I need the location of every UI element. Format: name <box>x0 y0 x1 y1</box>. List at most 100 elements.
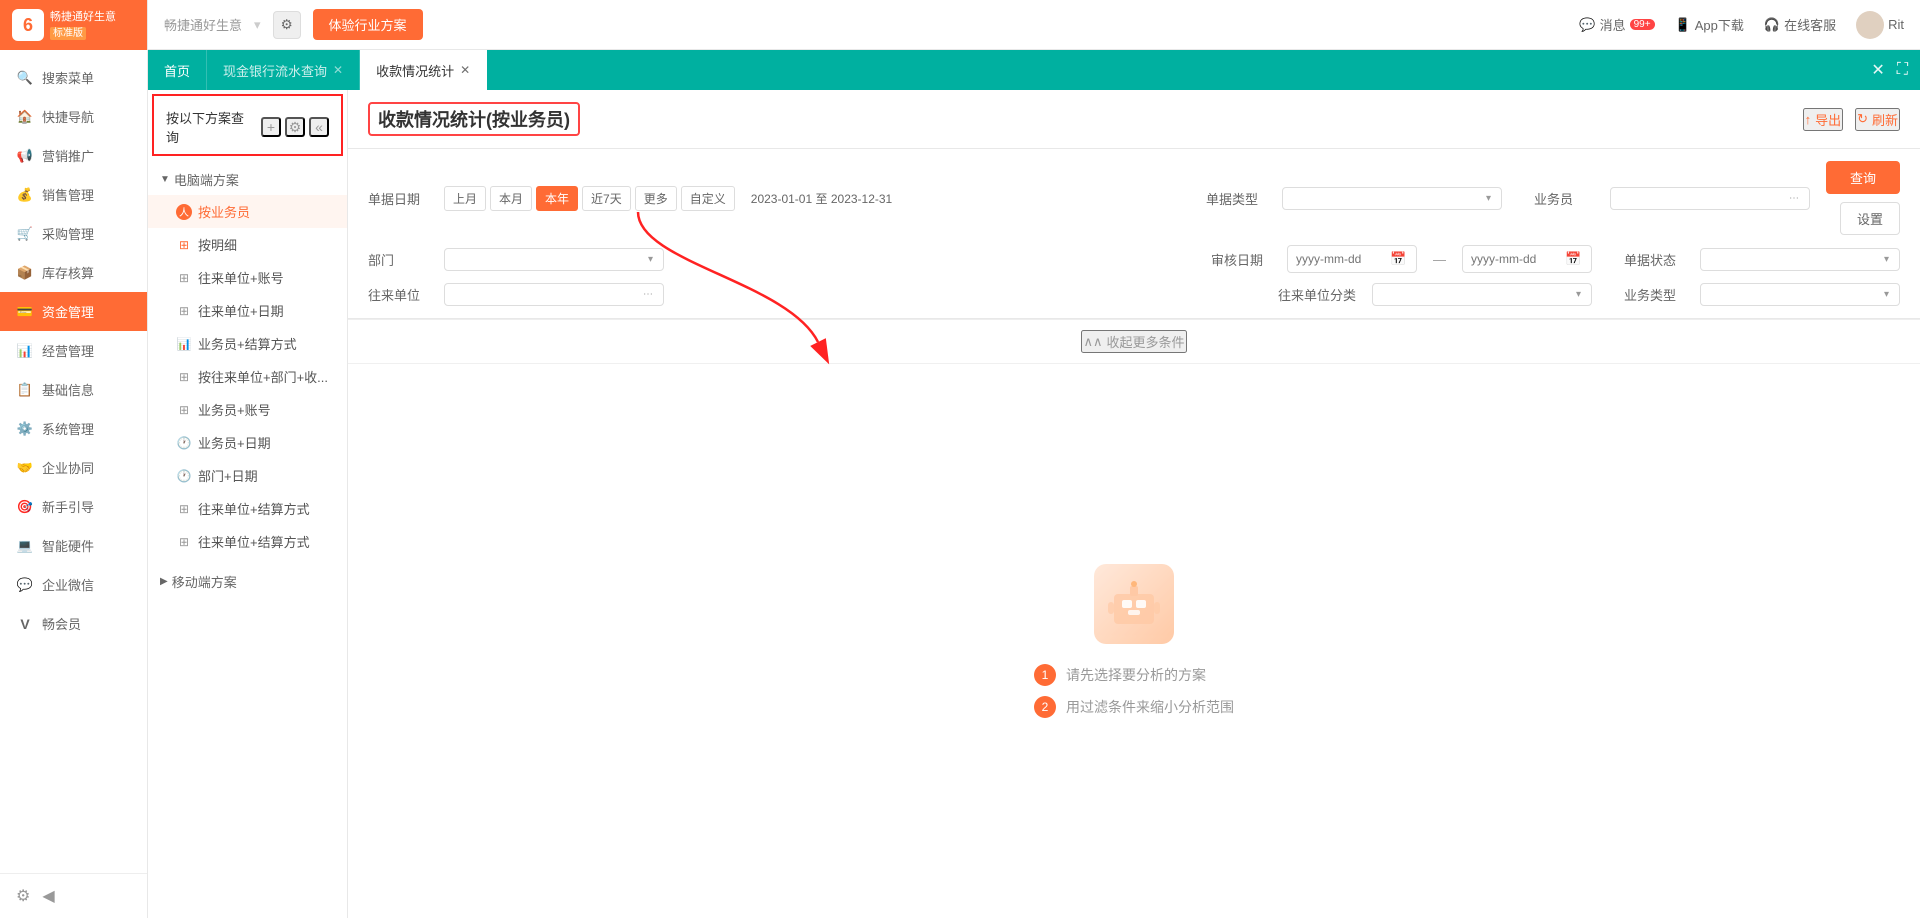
sidebar-item-basic[interactable]: 📋 基础信息 <box>0 370 147 409</box>
messages-icon: 💬 <box>1579 17 1595 33</box>
date-btn-custom[interactable]: 自定义 <box>681 186 735 211</box>
user-avatar[interactable]: Rit <box>1856 11 1904 39</box>
scheme-by-salesperson[interactable]: 人 按业务员 <box>148 195 347 228</box>
mobile-group-header[interactable]: ▶ 移动端方案 <box>148 566 347 597</box>
sidebar-item-hardware[interactable]: 💻 智能硬件 <box>0 526 147 565</box>
sidebar-item-operations[interactable]: 📊 经营管理 <box>0 331 147 370</box>
empty-state: 1 请先选择要分析的方案 2 用过滤条件来缩小分析范围 <box>348 364 1920 918</box>
sidebar-item-member[interactable]: V 畅会员 <box>0 604 147 643</box>
sidebar-item-corp[interactable]: 🤝 企业协同 <box>0 448 147 487</box>
tab-bar: 首页 现金银行流水查询 ✕ 收款情况统计 ✕ ✕ ⛶ <box>148 50 1920 90</box>
footer-collapse-icon[interactable]: ◀ <box>42 886 54 906</box>
empty-illustration <box>1094 564 1174 644</box>
sidebar: 6 畅捷通好生意 标准版 🔍 搜索菜单 🏠 快捷导航 📢 营销推广 💰 <box>0 0 148 918</box>
scheme-salesperson-account[interactable]: ⊞ 业务员+账号 <box>148 393 347 426</box>
scheme-partner-dept-collect[interactable]: ⊞ 按往来单位+部门+收... <box>148 360 347 393</box>
query-button[interactable]: 查询 <box>1826 161 1900 194</box>
sidebar-item-guide[interactable]: 🎯 新手引导 <box>0 487 147 526</box>
dept-select[interactable]: ▾ <box>444 248 664 271</box>
messages-badge: 99+ <box>1630 19 1655 30</box>
page-header-actions: ↑ 导出 ↻ 刷新 <box>1803 108 1900 131</box>
mobile-scheme-group: ▶ 移动端方案 <box>148 562 347 601</box>
step-2-num: 2 <box>1034 696 1056 718</box>
service-icon: 🎧 <box>1764 17 1780 33</box>
review-start-field[interactable] <box>1296 252 1386 266</box>
scheme-settings-button[interactable]: ⚙ <box>285 117 305 137</box>
review-date-end-input[interactable]: 📅 <box>1462 245 1592 273</box>
user-name: Rit <box>1888 17 1904 32</box>
online-service-action[interactable]: 🎧 在线客服 <box>1764 15 1836 34</box>
scheme-dept-date[interactable]: 🕐 部门+日期 <box>148 459 347 492</box>
date-btn-this-month[interactable]: 本月 <box>490 186 532 211</box>
step-1-num: 1 <box>1034 664 1056 686</box>
scheme-salesperson-settle[interactable]: 📊 业务员+结算方式 <box>148 327 347 360</box>
doc-type-select[interactable]: ▾ <box>1282 187 1502 210</box>
partner-category-select[interactable]: ▾ <box>1372 283 1592 306</box>
doc-status-select[interactable]: ▾ <box>1700 248 1900 271</box>
sidebar-item-system[interactable]: ⚙️ 系统管理 <box>0 409 147 448</box>
sidebar-item-purchase[interactable]: 🛒 采购管理 <box>0 214 147 253</box>
review-date-start-input[interactable]: 📅 <box>1287 245 1417 273</box>
salesperson-select[interactable]: ⋯ <box>1610 187 1810 210</box>
home-icon: 🏠 <box>16 108 34 126</box>
export-button[interactable]: ↑ 导出 <box>1803 108 1844 131</box>
tab-fullscreen-btn[interactable]: ⛶ <box>1897 61 1908 79</box>
inventory-icon: 📦 <box>16 264 34 282</box>
app-download-action[interactable]: 📱 App下载 <box>1675 15 1744 34</box>
trial-button[interactable]: 体验行业方案 <box>313 9 423 40</box>
review-end-field[interactable] <box>1471 252 1561 266</box>
collapse-button[interactable]: ∧∧ 收起更多条件 <box>1081 330 1186 353</box>
top-header: 畅捷通好生意 ▾ ⚙ 体验行业方案 💬 消息 99+ 📱 App下载 🎧 在线客… <box>148 0 1920 50</box>
add-scheme-button[interactable]: + <box>261 117 281 137</box>
collapse-panel-button[interactable]: « <box>309 117 329 137</box>
sidebar-item-quick-nav[interactable]: 🏠 快捷导航 <box>0 97 147 136</box>
biz-type-label: 业务类型 <box>1624 285 1684 304</box>
sidebar-footer: ⚙ ◀ <box>0 873 147 918</box>
filter-row-3: 往来单位 ⋯ 往来单位分类 ▾ 业务类型 <box>368 283 1900 306</box>
empty-box-icon <box>1094 564 1174 644</box>
sidebar-item-marketing[interactable]: 📢 营销推广 <box>0 136 147 175</box>
collapse-icon: ∧∧ <box>1083 334 1102 350</box>
sidebar-item-search[interactable]: 🔍 搜索菜单 <box>0 58 147 97</box>
tab-close-btn[interactable]: ✕ <box>1871 60 1884 80</box>
tab-bank-flow[interactable]: 现金银行流水查询 ✕ <box>207 50 360 90</box>
footer-settings-icon[interactable]: ⚙ <box>16 886 30 906</box>
sidebar-item-finance[interactable]: 💳 资金管理 <box>0 292 147 331</box>
calendar-icon-2: 📅 <box>1565 251 1581 267</box>
date-btn-more[interactable]: 更多 <box>635 186 677 211</box>
scheme-by-detail[interactable]: ⊞ 按明细 <box>148 228 347 261</box>
sidebar-item-sales[interactable]: 💰 销售管理 <box>0 175 147 214</box>
robot-illustration <box>1104 574 1164 634</box>
tab-home[interactable]: 首页 <box>148 50 207 90</box>
scheme-partner-settle1[interactable]: ⊞ 往来单位+结算方式 <box>148 492 347 525</box>
partner-settle2-icon: ⊞ <box>176 534 192 550</box>
tab-receipt-stats[interactable]: 收款情况统计 ✕ <box>360 50 487 90</box>
download-icon: 📱 <box>1675 17 1691 33</box>
page-header: 收款情况统计(按业务员) ↑ 导出 ↻ 刷新 <box>348 90 1920 149</box>
sidebar-item-wechat[interactable]: 💬 企业微信 <box>0 565 147 604</box>
date-btn-last-month[interactable]: 上月 <box>444 186 486 211</box>
scheme-partner-settle2[interactable]: ⊞ 往来单位+结算方式 <box>148 525 347 558</box>
doc-type-label: 单据类型 <box>1206 189 1266 208</box>
scheme-partner-account[interactable]: ⊞ 往来单位+账号 <box>148 261 347 294</box>
filter-area: 单据日期 上月 本月 本年 近7天 更多 自定义 2023-01-01 至 <box>348 149 1920 319</box>
refresh-button[interactable]: ↻ 刷新 <box>1855 108 1900 131</box>
empty-step-1: 1 请先选择要分析的方案 <box>1034 664 1234 686</box>
tab-receipt-stats-close[interactable]: ✕ <box>460 63 470 77</box>
scheme-partner-date[interactable]: ⊞ 往来单位+日期 <box>148 294 347 327</box>
date-btn-this-year[interactable]: 本年 <box>536 186 578 211</box>
date-btn-last-7[interactable]: 近7天 <box>582 186 631 211</box>
page-title: 收款情况统计(按业务员) <box>368 102 580 136</box>
tab-bank-flow-close[interactable]: ✕ <box>333 63 343 77</box>
salesperson-scheme-icon: 人 <box>176 204 192 220</box>
partner-select[interactable]: ⋯ <box>444 283 664 306</box>
desktop-group-header[interactable]: ▼ 电脑端方案 <box>148 164 347 195</box>
biz-type-select[interactable]: ▾ <box>1700 283 1900 306</box>
marketing-icon: 📢 <box>16 147 34 165</box>
scheme-salesperson-date[interactable]: 🕐 业务员+日期 <box>148 426 347 459</box>
messages-action[interactable]: 💬 消息 99+ <box>1579 15 1654 34</box>
header-settings-button[interactable]: ⚙ <box>273 11 301 39</box>
settings-button[interactable]: 设置 <box>1840 202 1900 235</box>
dept-label: 部门 <box>368 250 428 269</box>
sidebar-item-inventory[interactable]: 📦 库存核算 <box>0 253 147 292</box>
